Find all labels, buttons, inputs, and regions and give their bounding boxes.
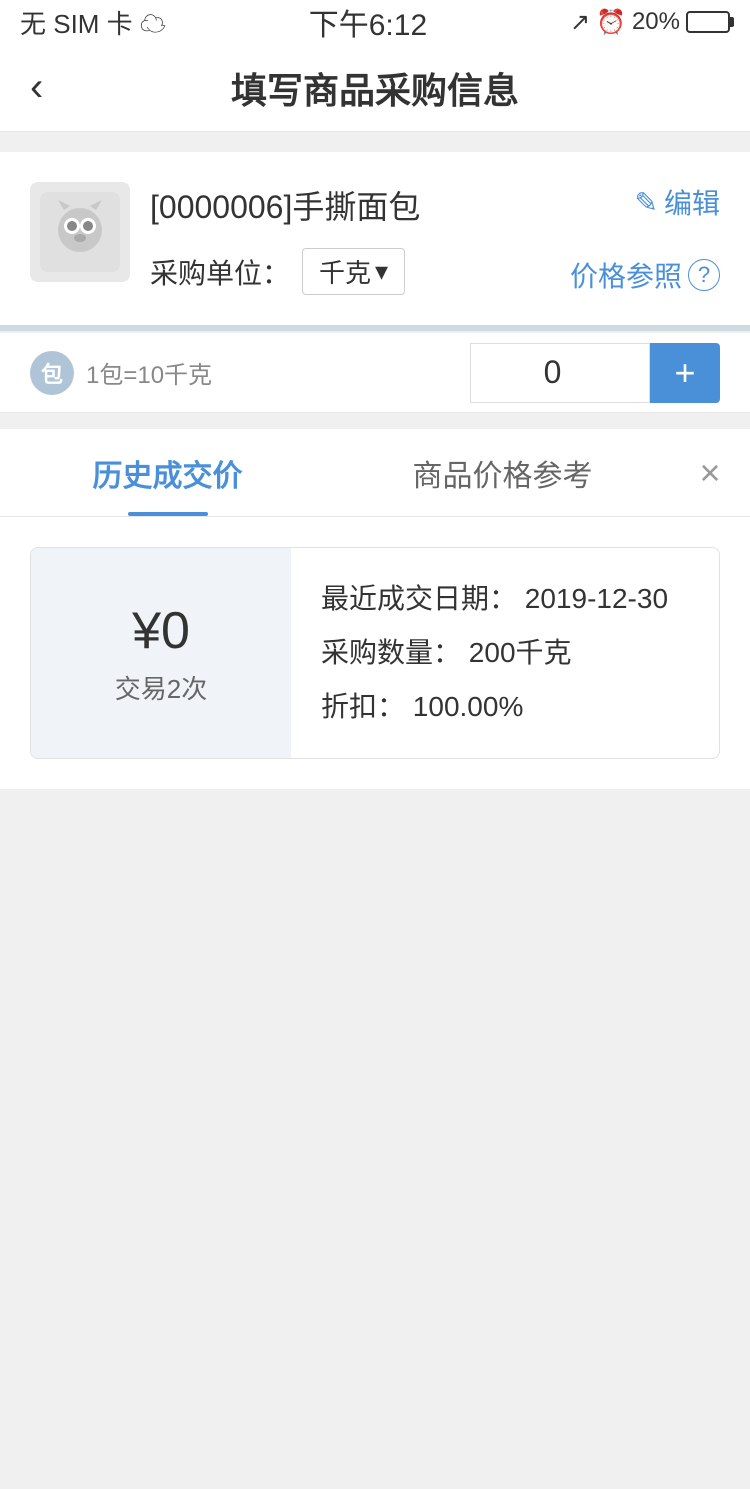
nav-bar: ‹ 填写商品采购信息 <box>0 44 750 132</box>
tab-history-price[interactable]: 历史成交价 <box>0 429 335 516</box>
quantity-input[interactable] <box>470 343 650 403</box>
history-left: ¥0 交易2次 <box>31 548 291 758</box>
status-time: 下午6:12 <box>309 0 427 44</box>
unit-value: 千克 <box>319 253 371 290</box>
product-image <box>30 182 130 282</box>
unit-badge: 包 <box>30 351 74 395</box>
tab-close-button[interactable]: × <box>670 452 750 494</box>
status-right: ↗ ⏰ 20% <box>570 8 730 37</box>
quantity-section: 包 1包=10千克 + <box>0 333 750 413</box>
unit-label: 包 1包=10千克 <box>30 351 212 395</box>
edit-icon: ✎ <box>635 186 658 219</box>
discount-value: 100.00% <box>413 691 524 722</box>
tab-history-label: 历史成交价 <box>93 451 243 495</box>
price-ref-label: 价格参照 <box>570 255 682 295</box>
unit-conversion: 1包=10千克 <box>86 355 212 390</box>
help-icon: ? <box>688 259 720 291</box>
back-button[interactable]: ‹ <box>30 65 63 110</box>
discount-label: 折扣： <box>321 691 405 722</box>
history-section: ¥0 交易2次 最近成交日期： 2019-12-30 采购数量： 200千克 折… <box>0 517 750 789</box>
unit-select[interactable]: 千克 ▾ <box>302 248 405 295</box>
status-left: 无 SIM 卡 ☁ <box>20 4 166 41</box>
purchase-qty-value: 200千克 <box>469 637 572 668</box>
alarm-icon: ⏰ <box>596 8 626 37</box>
dropdown-icon: ▾ <box>375 256 388 287</box>
main-content-area <box>0 789 750 1489</box>
recent-date-label: 最近成交日期： <box>321 583 517 614</box>
plus-button[interactable]: + <box>650 343 720 403</box>
history-price: ¥0 <box>132 601 190 661</box>
unit-char: 包 <box>41 357 63 389</box>
tabs-section: 历史成交价 商品价格参考 × <box>0 429 750 517</box>
section-divider <box>0 325 750 331</box>
edit-label: 编辑 <box>664 182 720 222</box>
history-right: 最近成交日期： 2019-12-30 采购数量： 200千克 折扣： 100.0… <box>291 548 719 758</box>
recent-date-value: 2019-12-30 <box>525 583 668 614</box>
tab-price-ref-label: 商品价格参考 <box>413 451 593 495</box>
purchase-qty-label: 采购数量： <box>321 637 461 668</box>
product-thumbnail <box>40 192 120 272</box>
product-card: [0000006]手撕面包 采购单位： 千克 ▾ ✎ 编辑 价格参照 ? <box>0 152 750 325</box>
purchase-unit-label: 采购单位： <box>150 252 290 292</box>
battery-icon <box>686 11 730 33</box>
recent-date-row: 最近成交日期： 2019-12-30 <box>321 578 689 620</box>
price-ref-button[interactable]: 价格参照 ? <box>570 255 720 295</box>
status-bar: 无 SIM 卡 ☁ 下午6:12 ↗ ⏰ 20% <box>0 0 750 44</box>
history-card: ¥0 交易2次 最近成交日期： 2019-12-30 采购数量： 200千克 折… <box>30 547 720 759</box>
edit-button[interactable]: ✎ 编辑 <box>635 182 720 222</box>
purchase-qty-row: 采购数量： 200千克 <box>321 632 689 674</box>
battery-percent: 20% <box>632 8 680 36</box>
location-icon: ↗ <box>570 8 590 37</box>
discount-row: 折扣： 100.00% <box>321 686 689 728</box>
page-title: 填写商品采购信息 <box>231 62 519 114</box>
tab-product-price-ref[interactable]: 商品价格参考 <box>335 429 670 516</box>
quantity-input-group: + <box>470 343 720 403</box>
sim-status: 无 SIM 卡 ☁ <box>20 4 166 41</box>
history-count: 交易2次 <box>115 669 207 706</box>
